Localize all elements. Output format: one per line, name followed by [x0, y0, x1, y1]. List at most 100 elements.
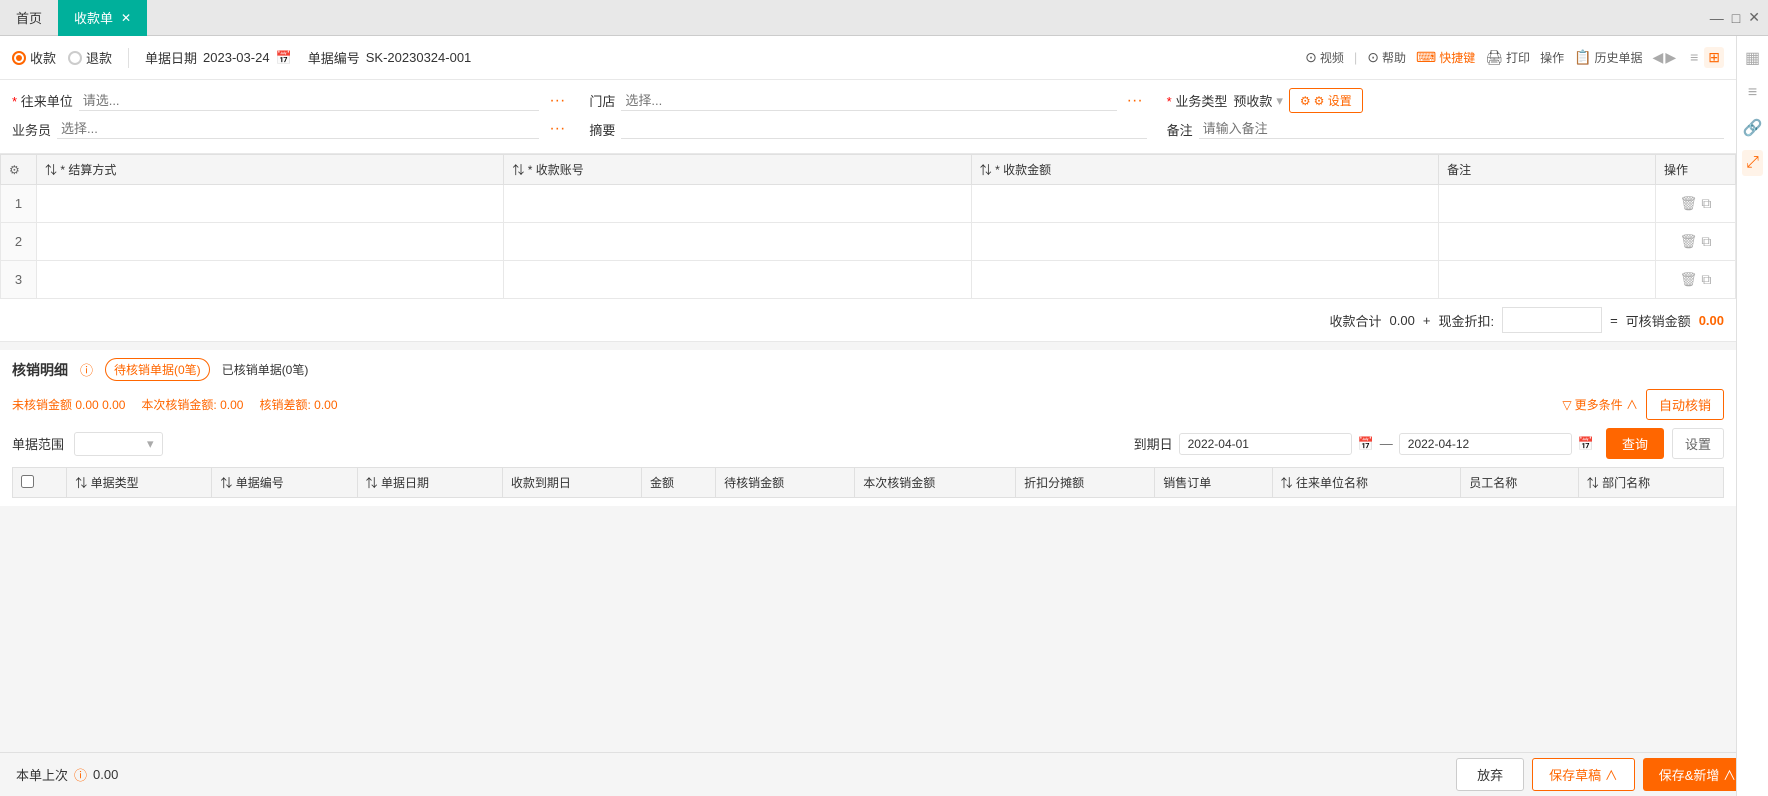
table-row: 3 🗑 ⧉ [1, 261, 1736, 299]
cell-settlement-3[interactable] [37, 261, 504, 299]
sidebar-table-icon[interactable]: ▦ [1741, 44, 1764, 72]
cell-amount-3[interactable] [971, 261, 1438, 299]
auto-recon-button[interactable]: 自动核销 [1646, 389, 1724, 420]
view-toggle: ≡ ⊞ [1686, 47, 1724, 68]
counterpart-more-btn[interactable]: ··· [545, 92, 569, 110]
th-date: ⇅ 单据日期 [357, 468, 502, 498]
cell-amount-2[interactable] [971, 223, 1438, 261]
settings-button[interactable]: ⚙ ⚙ 设置 [1289, 88, 1363, 113]
refund-radio[interactable]: 退款 [68, 48, 112, 67]
cal-from-icon[interactable]: 📅 [1358, 436, 1374, 452]
remark-input[interactable] [1199, 119, 1724, 139]
grid-view-btn[interactable]: ⊞ [1704, 47, 1724, 68]
sort-icon: ⇅ [512, 163, 524, 177]
number-value: SK-20230324-001 [366, 50, 472, 65]
sort-icon: ⇅ [366, 476, 378, 490]
history-button[interactable]: 📋 历史单据 [1574, 49, 1642, 66]
select-all-checkbox[interactable] [21, 475, 34, 488]
summary-input[interactable] [621, 119, 1146, 139]
receipt-radio[interactable]: 收款 [12, 48, 56, 67]
cell-account-1[interactable] [504, 185, 971, 223]
salesperson-more-btn[interactable]: ··· [545, 120, 569, 138]
more-filter-btn[interactable]: ▽ 更多条件 ∧ [1562, 396, 1638, 413]
gear-icon: ⚙ [1300, 94, 1311, 108]
table-settings-header[interactable]: ⚙ [1, 155, 37, 185]
delete-icon-2[interactable]: 🗑 [1680, 233, 1698, 250]
prev-arrow[interactable]: ◀ [1653, 49, 1664, 66]
print-button[interactable]: 🖨 打印 [1485, 49, 1530, 66]
filter-row: 单据范围 ▾ 到期日 📅 — 📅 查询 设置 [12, 428, 1724, 459]
video-button[interactable]: ⊙ 视频 [1305, 49, 1344, 66]
date-to-input[interactable] [1399, 433, 1572, 455]
table-gear-icon[interactable]: ⚙ [9, 163, 20, 177]
help-button[interactable]: ⊙ 帮助 [1367, 49, 1406, 66]
th-type: ⇅ 单据类型 [67, 468, 212, 498]
th-pending: 待核销金额 [716, 468, 855, 498]
table-row: 2 🗑 ⧉ [1, 223, 1736, 261]
toolbar-separator [128, 48, 129, 68]
th-amount: 金额 [642, 468, 716, 498]
abandon-button[interactable]: 放弃 [1456, 758, 1524, 791]
range-select[interactable]: ▾ [74, 432, 163, 456]
print-label: 打印 [1506, 49, 1530, 66]
recon-info-icon[interactable]: ⓘ [80, 360, 93, 379]
due-label: 到期日 [1134, 434, 1173, 453]
cell-account-2[interactable] [504, 223, 971, 261]
biz-type-arrow[interactable]: ▾ [1276, 93, 1283, 109]
equals-sign: = [1610, 313, 1618, 328]
history-icon: 📋 [1574, 49, 1591, 66]
sidebar-link-icon[interactable]: 🔗 [1739, 114, 1767, 142]
th-sales-order: 销售订单 [1155, 468, 1272, 498]
salesperson-input[interactable] [57, 119, 539, 139]
maximize-button[interactable]: □ [1732, 10, 1740, 26]
th-settlement: ⇅ * 结算方式 [37, 155, 504, 185]
current-stat: 本次核销金额: 0.00 [141, 396, 243, 413]
query-button[interactable]: 查询 [1606, 428, 1664, 459]
cell-settlement-2[interactable] [37, 223, 504, 261]
minimize-button[interactable]: — [1710, 10, 1724, 26]
refund-radio-label: 退款 [86, 48, 112, 67]
date-from-input[interactable] [1179, 433, 1352, 455]
query-actions: 查询 设置 [1606, 428, 1724, 459]
copy-icon-1[interactable]: ⧉ [1701, 195, 1711, 212]
tab-receipt[interactable]: 收款单 ✕ [58, 0, 147, 36]
cell-settlement-1[interactable] [37, 185, 504, 223]
counterpart-label: * 往来单位 [12, 91, 73, 110]
tab-close-icon[interactable]: ✕ [121, 11, 131, 25]
delete-icon-3[interactable]: 🗑 [1680, 271, 1698, 288]
cell-remark-3[interactable] [1439, 261, 1656, 299]
cell-amount-1[interactable] [971, 185, 1438, 223]
receipt-radio-dot [12, 51, 26, 65]
sidebar-expand-icon[interactable]: ⤢ [1742, 150, 1763, 176]
shortcut-button[interactable]: ⌨ 快捷键 [1416, 49, 1475, 66]
cell-account-3[interactable] [504, 261, 971, 299]
table-settings-button[interactable]: 设置 [1672, 428, 1724, 459]
biz-type-select[interactable]: 预收款 ▾ [1233, 91, 1283, 110]
list-view-btn[interactable]: ≡ [1686, 47, 1702, 68]
delete-icon-1[interactable]: 🗑 [1680, 195, 1698, 212]
shop-label: 门店 [589, 91, 615, 110]
done-tab[interactable]: 已核销单据(0笔) [222, 361, 309, 378]
shop-more-btn[interactable]: ··· [1123, 92, 1147, 110]
copy-icon-2[interactable]: ⧉ [1701, 233, 1711, 250]
tab-home[interactable]: 首页 [0, 0, 58, 36]
cell-remark-1[interactable] [1439, 185, 1656, 223]
bottom-info-icon[interactable]: ⓘ [74, 765, 87, 784]
discount-input[interactable] [1502, 307, 1602, 333]
calendar-icon[interactable]: 📅 [276, 50, 292, 66]
cal-to-icon[interactable]: 📅 [1578, 436, 1594, 452]
cell-remark-2[interactable] [1439, 223, 1656, 261]
draft-button[interactable]: 保存草稿 ∧ [1532, 758, 1635, 791]
operation-label: 操作 [1540, 49, 1564, 66]
counterpart-input[interactable] [79, 91, 540, 111]
shop-input[interactable] [621, 91, 1116, 111]
operation-button[interactable]: 操作 [1540, 49, 1564, 66]
next-arrow[interactable]: ▶ [1665, 49, 1676, 66]
copy-icon-3[interactable]: ⧉ [1701, 271, 1711, 288]
sidebar-list-icon[interactable]: ≡ [1744, 80, 1761, 106]
pending-tab[interactable]: 待核销单据(0笔) [105, 358, 210, 381]
counterpart-field: * 往来单位 ··· [12, 91, 569, 111]
net-value: 0.00 [1699, 313, 1724, 328]
th-remark: 备注 [1439, 155, 1656, 185]
close-button[interactable]: ✕ [1748, 9, 1760, 26]
